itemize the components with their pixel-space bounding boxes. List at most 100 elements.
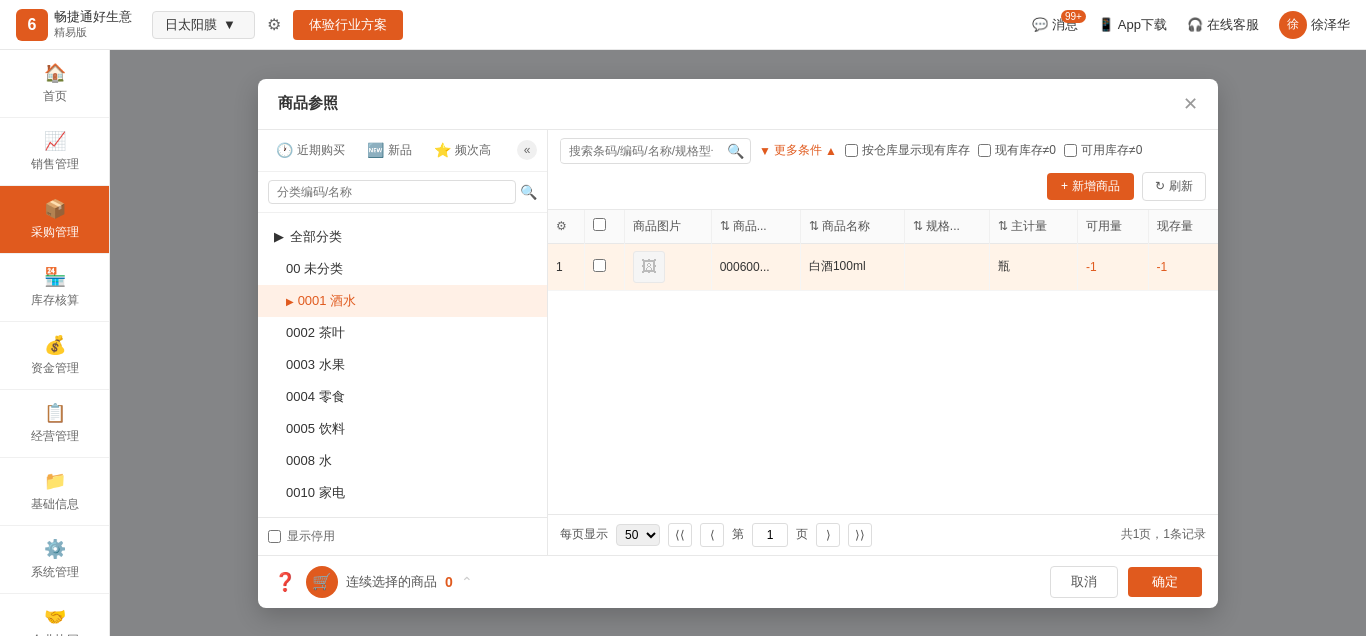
current-stock-checkbox[interactable] bbox=[978, 144, 991, 157]
prev-page-button[interactable]: ⟨ bbox=[700, 523, 724, 547]
sidebar-item-inventory[interactable]: 🏪 库存核算 bbox=[0, 254, 109, 322]
show-disabled-label[interactable]: 显示停用 bbox=[287, 528, 335, 545]
unit-col-sort-icon: ⇅ bbox=[998, 219, 1008, 233]
select-all-checkbox[interactable] bbox=[593, 218, 606, 231]
recent-purchase-tab[interactable]: 🕐 近期购买 bbox=[268, 138, 353, 163]
store-dropdown[interactable]: 日太阳膜 ▼ bbox=[152, 11, 255, 39]
last-page-button[interactable]: ⟩⟩ bbox=[848, 523, 872, 547]
new-products-tab[interactable]: 🆕 新品 bbox=[359, 138, 420, 163]
sidebar-item-procurement[interactable]: 📦 采购管理 bbox=[0, 186, 109, 254]
modal-body: 🕐 近期购买 🆕 新品 ⭐ 频次高 « bbox=[258, 130, 1218, 555]
tree-item-snacks[interactable]: 0004 零食 bbox=[258, 381, 547, 413]
tree-item-appliances[interactable]: 0010 家电 bbox=[258, 477, 547, 509]
sidebar-item-operations[interactable]: 📋 经营管理 bbox=[0, 390, 109, 458]
col-name[interactable]: ⇅商品名称 bbox=[800, 210, 904, 244]
modal-right-panel: 🔍 ▼ 更多条件 ▲ 按仓库显示现有库存 bbox=[548, 130, 1218, 555]
frequent-tab[interactable]: ⭐ 频次高 bbox=[426, 138, 499, 163]
content-area: 商品参照 ✕ 🕐 近期购买 🆕 bbox=[110, 50, 1366, 636]
refresh-button[interactable]: ↻ 刷新 bbox=[1142, 172, 1206, 201]
sidebar-item-basic-info[interactable]: 📁 基础信息 bbox=[0, 458, 109, 526]
settings-icon[interactable]: ⚙ bbox=[267, 15, 281, 34]
show-disabled-checkbox[interactable] bbox=[268, 530, 281, 543]
modal-close-button[interactable]: ✕ bbox=[1183, 93, 1198, 115]
tree-item-fruit[interactable]: 0003 水果 bbox=[258, 349, 547, 381]
page-total: 共1页，1条记录 bbox=[1121, 526, 1206, 543]
refresh-label: 刷新 bbox=[1169, 178, 1193, 195]
next-page-button[interactable]: ⟩ bbox=[816, 523, 840, 547]
col-image: 商品图片 bbox=[625, 210, 712, 244]
collapse-panel-button[interactable]: « bbox=[517, 140, 537, 160]
table-settings-icon[interactable]: ⚙ bbox=[556, 219, 567, 233]
available-stock-checkbox[interactable] bbox=[1064, 144, 1077, 157]
tree-arrow-all: ▶ bbox=[274, 229, 284, 244]
warehouse-display-checkbox[interactable] bbox=[845, 144, 858, 157]
sidebar-label-finance: 资金管理 bbox=[31, 360, 79, 377]
per-page-label: 每页显示 bbox=[560, 526, 608, 543]
cancel-button[interactable]: 取消 bbox=[1050, 566, 1118, 598]
table-row[interactable]: 1 🖼 000600... 白酒100ml 瓶 bbox=[548, 243, 1218, 290]
tree-item-drinks[interactable]: 0005 饮料 bbox=[258, 413, 547, 445]
row-available: -1 bbox=[1077, 243, 1148, 290]
available-col-label: 可用量 bbox=[1086, 219, 1122, 233]
tree-label-snacks: 0004 零食 bbox=[286, 389, 345, 404]
sidebar-item-system[interactable]: ⚙️ 系统管理 bbox=[0, 526, 109, 594]
first-page-button[interactable]: ⟨⟨ bbox=[668, 523, 692, 547]
stock-col-label: 现存量 bbox=[1157, 219, 1193, 233]
cart-icon[interactable]: 🛒 bbox=[306, 566, 338, 598]
topbar-right: 💬 消息 99+ 📱 App下载 🎧 在线客服 徐 徐泽华 bbox=[1032, 11, 1350, 39]
spec-col-sort-icon: ⇅ bbox=[913, 219, 923, 233]
current-stock-label[interactable]: 现有库存≠0 bbox=[995, 142, 1056, 159]
left-footer: 显示停用 bbox=[258, 517, 547, 555]
col-spec[interactable]: ⇅规格... bbox=[904, 210, 989, 244]
col-unit[interactable]: ⇅主计量 bbox=[990, 210, 1078, 244]
tree-item-all[interactable]: ▶ 全部分类 bbox=[258, 221, 547, 253]
logo-sub: 精易版 bbox=[54, 25, 132, 40]
plus-icon: + bbox=[1061, 179, 1068, 193]
message-badge: 99+ bbox=[1061, 10, 1086, 23]
message-item[interactable]: 💬 消息 99+ bbox=[1032, 16, 1078, 34]
tree-label-water: 0008 水 bbox=[286, 453, 332, 468]
col-stock: 现存量 bbox=[1148, 210, 1218, 244]
user-name: 徐泽华 bbox=[1311, 16, 1350, 34]
sidebar-item-sales[interactable]: 📈 销售管理 bbox=[0, 118, 109, 186]
available-stock-label[interactable]: 可用库存≠0 bbox=[1081, 142, 1142, 159]
star-icon: ⭐ bbox=[434, 142, 451, 158]
refresh-icon: ↻ bbox=[1155, 179, 1165, 193]
pagination: 每页显示 50 ⟨⟨ ⟨ 第 页 ⟩ ⟩⟩ 共1页，1条记录 bbox=[548, 514, 1218, 555]
message-icon: 💬 bbox=[1032, 17, 1048, 32]
sidebar-item-enterprise[interactable]: 🤝 企业协同 bbox=[0, 594, 109, 636]
right-toolbar: 🔍 ▼ 更多条件 ▲ 按仓库显示现有库存 bbox=[548, 130, 1218, 210]
tree-item-water[interactable]: 0008 水 bbox=[258, 445, 547, 477]
app-download-item[interactable]: 📱 App下载 bbox=[1098, 16, 1167, 34]
topbar: 6 畅捷通好生意 精易版 日太阳膜 ▼ ⚙ 体验行业方案 💬 消息 99+ 📱 … bbox=[0, 0, 1366, 50]
row-image: 🖼 bbox=[625, 243, 712, 290]
trial-button[interactable]: 体验行业方案 bbox=[293, 10, 403, 40]
tree-item-liquor[interactable]: ▶ 0001 酒水 bbox=[258, 285, 547, 317]
category-search-button[interactable]: 🔍 bbox=[520, 184, 537, 200]
sidebar-item-finance[interactable]: 💰 资金管理 bbox=[0, 322, 109, 390]
tree-item-unclassified[interactable]: 00 未分类 bbox=[258, 253, 547, 285]
page-suffix: 页 bbox=[796, 526, 808, 543]
add-product-button[interactable]: + 新增商品 bbox=[1047, 173, 1134, 200]
product-search-input[interactable] bbox=[561, 140, 721, 162]
category-search-input[interactable] bbox=[268, 180, 516, 204]
per-page-select[interactable]: 50 bbox=[616, 524, 660, 546]
page-input[interactable] bbox=[752, 523, 788, 547]
help-icon[interactable]: ❓ bbox=[274, 571, 296, 593]
col-code[interactable]: ⇅商品... bbox=[711, 210, 800, 244]
tree-item-tea[interactable]: 0002 茶叶 bbox=[258, 317, 547, 349]
confirm-button[interactable]: 确定 bbox=[1128, 567, 1202, 597]
row-select-checkbox[interactable] bbox=[593, 259, 606, 272]
cart-count: 0 bbox=[445, 574, 453, 590]
product-search-button[interactable]: 🔍 bbox=[721, 139, 750, 163]
more-filter-button[interactable]: ▼ 更多条件 ▲ bbox=[759, 142, 837, 159]
user-item[interactable]: 徐 徐泽华 bbox=[1279, 11, 1350, 39]
product-search-group: 🔍 bbox=[560, 138, 751, 164]
col-settings[interactable]: ⚙ bbox=[548, 210, 585, 244]
image-col-label: 商品图片 bbox=[633, 218, 681, 235]
sidebar-item-home[interactable]: 🏠 首页 bbox=[0, 50, 109, 118]
avatar: 徐 bbox=[1279, 11, 1307, 39]
collapse-cart-icon[interactable]: ⌃ bbox=[461, 574, 473, 590]
warehouse-display-label[interactable]: 按仓库显示现有库存 bbox=[862, 142, 970, 159]
service-item[interactable]: 🎧 在线客服 bbox=[1187, 16, 1259, 34]
